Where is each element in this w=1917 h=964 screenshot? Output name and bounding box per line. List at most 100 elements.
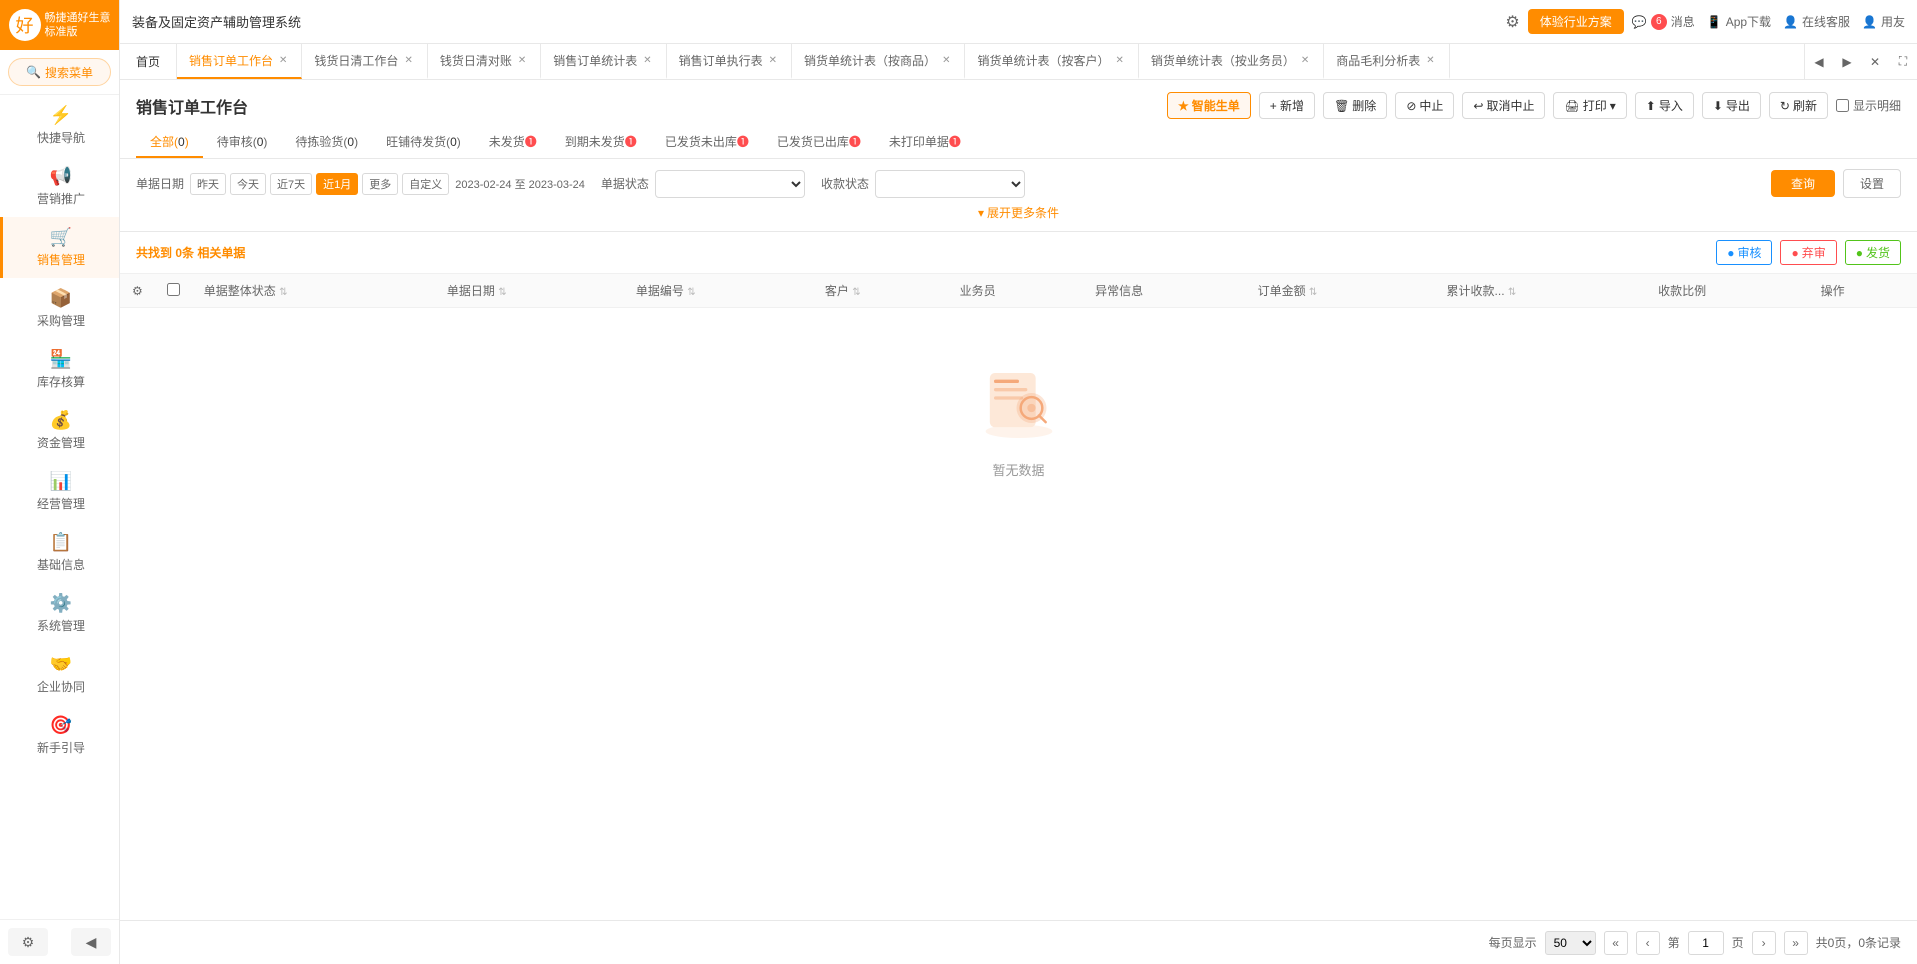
cancel-stop-icon: ↩ [1473, 99, 1483, 113]
page-prev-button[interactable]: ‹ [1636, 931, 1660, 955]
tab-close-sales-stat-staff[interactable]: ✕ [1299, 54, 1311, 67]
purchase-icon: 📦 [50, 288, 72, 309]
sidebar-item-inventory[interactable]: 🏪 库存核算 [0, 339, 119, 400]
tab-close-sales-stat[interactable]: ✕ [641, 54, 653, 67]
tab-fullscreen-button[interactable]: ⛶ [1889, 44, 1917, 80]
sidebar-item-purchase[interactable]: 📦 采购管理 [0, 278, 119, 339]
filter-tab-all[interactable]: 全部(0) [136, 127, 203, 158]
tab-home[interactable]: 首页 [120, 44, 177, 79]
new-button[interactable]: + 新增 [1259, 92, 1315, 119]
sidebar-item-sales[interactable]: 🛒 销售管理 [0, 217, 119, 278]
date-custom-btn[interactable]: 自定义 [402, 173, 449, 195]
app-download-button[interactable]: 📱 App下载 [1707, 13, 1771, 30]
status-sort-icon[interactable]: ⇅ [279, 287, 287, 298]
sidebar-item-guide[interactable]: 🎯 新手引导 [0, 705, 119, 766]
sidebar-item-enterprise[interactable]: 🤝 企业协同 [0, 644, 119, 705]
sidebar-item-quick-nav[interactable]: ⚡ 快捷导航 [0, 95, 119, 156]
tab-close-sales-stat-product[interactable]: ✕ [940, 54, 952, 67]
message-button[interactable]: 💬 6 💬 消息 [1632, 13, 1695, 30]
smart-create-button[interactable]: ★ 智能生单 [1167, 92, 1251, 119]
tab-sales-stat[interactable]: 销售订单统计表 ✕ [541, 44, 666, 79]
tab-close-sales-exec[interactable]: ✕ [767, 54, 779, 67]
tab-close-cash-daily[interactable]: ✕ [402, 54, 414, 67]
column-settings-icon[interactable]: ⚙ [132, 284, 143, 298]
filter-tab-pending-inspect[interactable]: 待拣验货(0) [281, 127, 372, 158]
col-staff: 业务员 [948, 274, 1083, 308]
tab-sales-stat-customer[interactable]: 销货单统计表（按客户） ✕ [965, 44, 1138, 79]
sidebar-item-basic-info[interactable]: 📋 基础信息 [0, 522, 119, 583]
customer-sort-icon[interactable]: ⇅ [852, 287, 860, 298]
sidebar-item-system[interactable]: ⚙️ 系统管理 [0, 583, 119, 644]
tab-close-cash-reconcile[interactable]: ✕ [516, 54, 528, 67]
date-today-btn[interactable]: 今天 [230, 173, 266, 195]
tab-next-button[interactable]: ▶ [1833, 44, 1861, 80]
page-last-button[interactable]: » [1784, 931, 1808, 955]
tab-close-sales-stat-customer[interactable]: ✕ [1113, 54, 1125, 67]
filter-tab-pending-review[interactable]: 待审核(0) [203, 127, 282, 158]
filter-tab-not-shipped[interactable]: 未发货❶ [475, 127, 551, 158]
number-sort-icon[interactable]: ⇅ [687, 287, 695, 298]
select-all-checkbox[interactable] [167, 283, 180, 296]
filter-tab-not-printed[interactable]: 未打印单据❶ [875, 127, 975, 158]
date-sort-icon[interactable]: ⇅ [498, 287, 506, 298]
show-detail-checkbox[interactable] [1836, 99, 1849, 112]
experience-button[interactable]: 体验行业方案 [1528, 9, 1624, 34]
tab-sales-stat-product[interactable]: 销货单统计表（按商品） ✕ [792, 44, 965, 79]
date-more-btn[interactable]: 更多 [362, 173, 398, 195]
table-scroll-container[interactable]: ⚙ 单据整体状态 ⇅ 单据日期 [120, 274, 1917, 920]
show-detail-checkbox-label[interactable]: 显示明细 [1836, 97, 1901, 114]
sidebar-item-marketing[interactable]: 📢 营销推广 [0, 156, 119, 217]
system-settings-button[interactable]: ⚙ [1505, 12, 1519, 32]
import-button[interactable]: ⬆ 导入 [1635, 92, 1694, 119]
tab-product-margin[interactable]: 商品毛利分析表 ✕ [1324, 44, 1449, 79]
page-number-input[interactable]: 1 [1688, 931, 1724, 955]
collected-sort-icon[interactable]: ⇅ [1508, 287, 1516, 298]
filter-tab-shipped-stocked[interactable]: 已发货已出库❶ [763, 127, 875, 158]
page-size-select[interactable]: 50 100 [1545, 931, 1596, 955]
collapse-button[interactable]: ◀ [71, 928, 111, 956]
page-next-button[interactable]: › [1752, 931, 1776, 955]
settings-button[interactable]: ⚙ [8, 928, 48, 956]
filter-tab-wangpu-pending[interactable]: 旺铺待发货(0) [372, 127, 475, 158]
stop-button[interactable]: ⊘ 中止 [1395, 92, 1454, 119]
logo: 好 畅捷通好生意 标准版 [0, 0, 119, 50]
sidebar-item-operations[interactable]: 📊 经营管理 [0, 461, 119, 522]
date-1month-btn[interactable]: 近1月 [316, 173, 358, 195]
tab-sales-order[interactable]: 销售订单工作台 ✕ [177, 44, 302, 79]
expand-conditions-button[interactable]: ▾ 展开更多条件 [978, 204, 1059, 221]
online-service-button[interactable]: 👤 在线客服 [1783, 13, 1850, 30]
refresh-button[interactable]: ↻ 刷新 [1769, 92, 1828, 119]
collection-select[interactable] [875, 170, 1025, 198]
date-7days-btn[interactable]: 近7天 [270, 173, 312, 195]
sidebar-nav: ⚡ 快捷导航 📢 营销推广 🛒 销售管理 📦 采购管理 🏪 库存核算 💰 资金管… [0, 95, 119, 919]
tab-close-all-button[interactable]: ✕ [1861, 44, 1889, 80]
export-button[interactable]: ⬇ 导出 [1702, 92, 1761, 119]
delete-button[interactable]: 🗑 删除 [1323, 92, 1387, 119]
tab-sales-exec[interactable]: 销售订单执行表 ✕ [667, 44, 792, 79]
cancel-audit-button[interactable]: ● 弃审 [1780, 240, 1836, 265]
query-button[interactable]: 查询 [1771, 170, 1835, 197]
user-button[interactable]: 👤 用友 [1862, 13, 1905, 30]
expand-row: ▾ 展开更多条件 [136, 204, 1901, 221]
ship-button[interactable]: ● 发货 [1845, 240, 1901, 265]
tab-prev-button[interactable]: ◀ [1805, 44, 1833, 80]
sidebar-item-finance[interactable]: 💰 资金管理 [0, 400, 119, 461]
amount-sort-icon[interactable]: ⇅ [1309, 287, 1317, 298]
search-menu-button[interactable]: 🔍 搜索菜单 [8, 58, 111, 86]
header-right: 💬 6 💬 消息 📱 App下载 👤 在线客服 👤 用友 [1632, 13, 1905, 30]
print-button[interactable]: 🖨 打印 ▾ [1553, 92, 1626, 119]
filter-tab-overdue-not-shipped[interactable]: 到期未发货❶ [551, 127, 651, 158]
tab-close-product-margin[interactable]: ✕ [1424, 54, 1436, 67]
filter-tab-shipped-not-stocked[interactable]: 已发货未出库❶ [651, 127, 763, 158]
cancel-stop-button[interactable]: ↩ 取消中止 [1462, 92, 1545, 119]
page-first-button[interactable]: « [1604, 931, 1628, 955]
search-icon: 🔍 [26, 65, 41, 79]
tab-sales-stat-staff[interactable]: 销货单统计表（按业务员） ✕ [1139, 44, 1324, 79]
tab-close-sales-order[interactable]: ✕ [277, 54, 289, 67]
tab-cash-reconcile[interactable]: 钱货日清对账 ✕ [428, 44, 541, 79]
date-yesterday-btn[interactable]: 昨天 [190, 173, 226, 195]
set-button[interactable]: 设置 [1843, 169, 1901, 198]
status-select[interactable] [655, 170, 805, 198]
tab-cash-daily[interactable]: 钱货日清工作台 ✕ [302, 44, 427, 79]
audit-button[interactable]: ● 审核 [1716, 240, 1772, 265]
